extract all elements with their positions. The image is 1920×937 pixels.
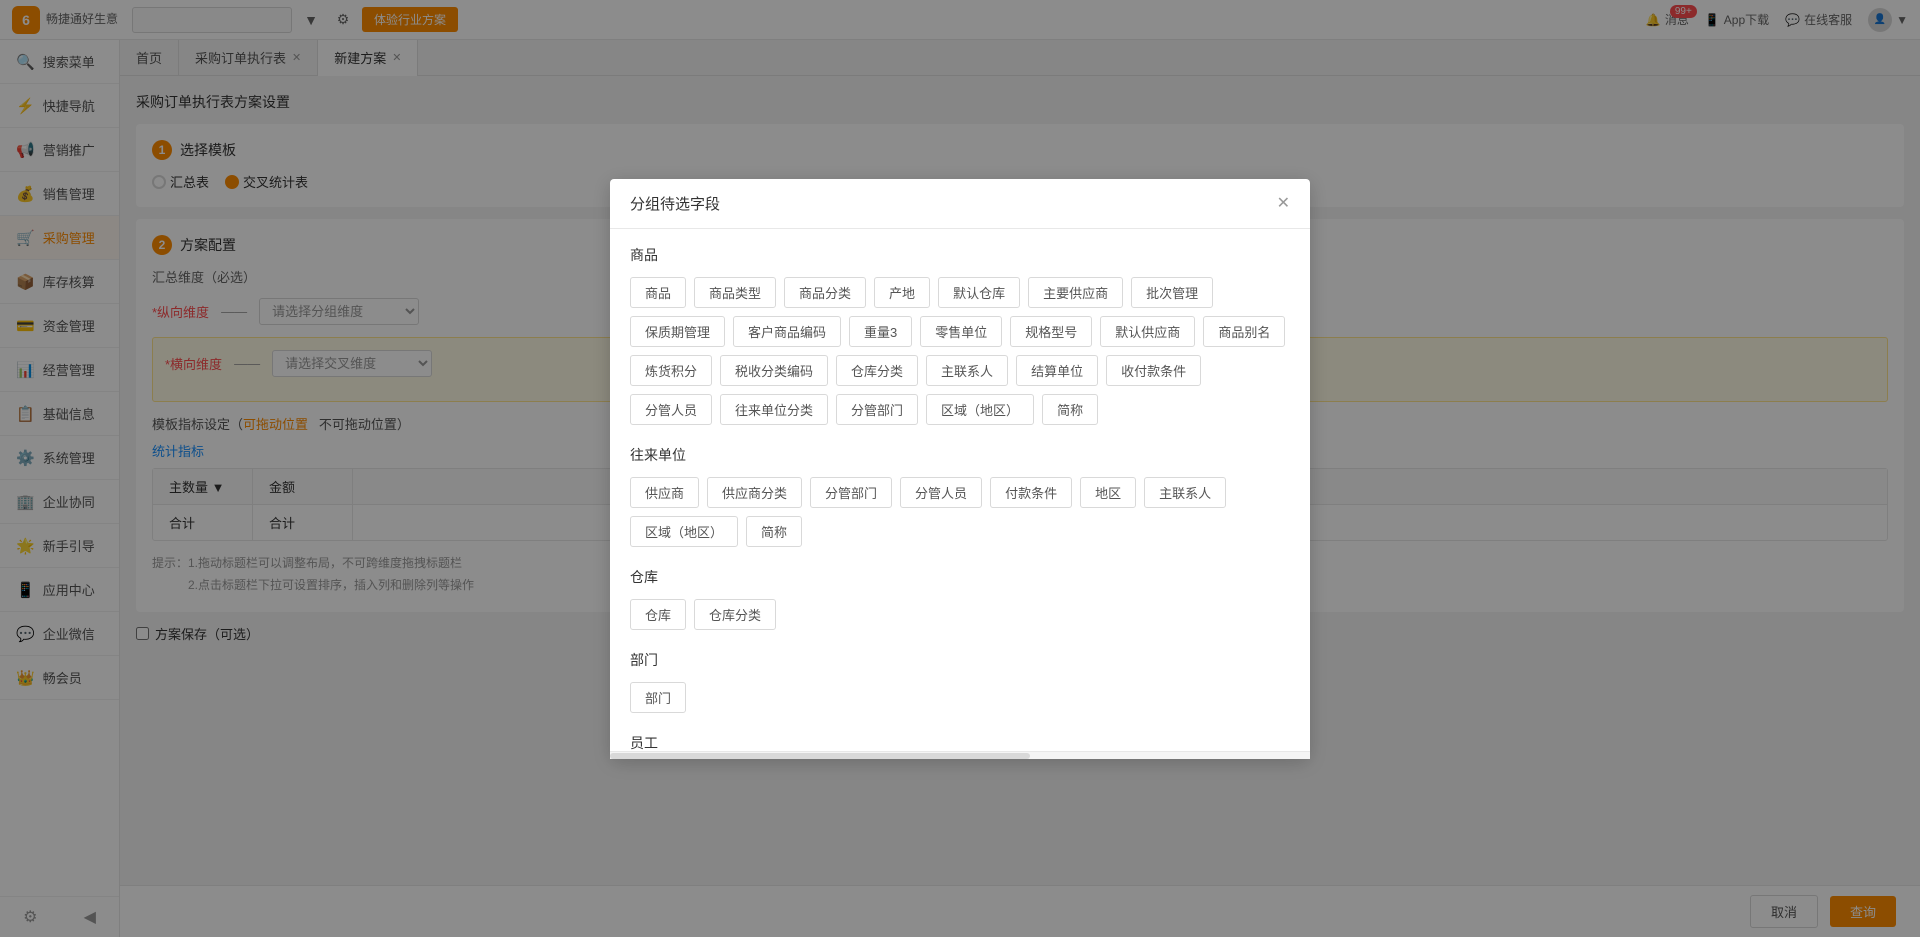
field-tag-products-15[interactable]: 税收分类编码 (720, 355, 828, 386)
field-tag-products-23[interactable]: 区域（地区） (926, 394, 1034, 425)
field-section-title-department: 部门 (630, 650, 1290, 670)
field-tag-products-20[interactable]: 分管人员 (630, 394, 712, 425)
field-tags-partners: 供应商供应商分类分管部门分管人员付款条件地区主联系人区域（地区） 简称 (630, 477, 1290, 547)
field-section-title-employee: 员工 (630, 733, 1290, 751)
field-tag-partners-8[interactable]: 简称 (746, 516, 802, 547)
field-tag-partners-4[interactable]: 付款条件 (990, 477, 1072, 508)
field-tag-warehouse-0[interactable]: 仓库 (630, 599, 686, 630)
field-tag-partners-5[interactable]: 地区 (1080, 477, 1136, 508)
field-tag-partners-2[interactable]: 分管部门 (810, 477, 892, 508)
field-tag-products-10[interactable]: 零售单位 (920, 316, 1002, 347)
field-tag-products-24[interactable]: 简称 (1042, 394, 1098, 425)
field-section-title-products: 商品 (630, 245, 1290, 265)
field-tag-products-1[interactable]: 商品类型 (694, 277, 776, 308)
field-tag-products-18[interactable]: 结算单位 (1016, 355, 1098, 386)
field-tag-products-22[interactable]: 分管部门 (836, 394, 918, 425)
field-tag-products-17[interactable]: 主联系人 (926, 355, 1008, 386)
modal-horizontal-scrollbar[interactable] (610, 751, 1310, 759)
modal-header: 分组待选字段 ✕ (610, 179, 1310, 229)
field-tag-partners-1[interactable]: 供应商分类 (707, 477, 802, 508)
field-tag-products-3[interactable]: 产地 (874, 277, 930, 308)
field-tag-products-11[interactable]: 规格型号 (1010, 316, 1092, 347)
field-tags-warehouse: 仓库仓库分类 (630, 599, 1290, 630)
scrollbar-thumb (610, 753, 1030, 759)
field-tag-products-2[interactable]: 商品分类 (784, 277, 866, 308)
field-tag-products-9[interactable]: 重量3 (849, 316, 912, 347)
field-section-warehouse: 仓库仓库仓库分类 (630, 567, 1290, 630)
field-tag-products-16[interactable]: 仓库分类 (836, 355, 918, 386)
field-tag-products-0[interactable]: 商品 (630, 277, 686, 308)
field-tag-department-0[interactable]: 部门 (630, 682, 686, 713)
field-section-partners: 往来单位供应商供应商分类分管部门分管人员付款条件地区主联系人区域（地区） 简称 (630, 445, 1290, 547)
field-tag-products-5[interactable]: 主要供应商 (1028, 277, 1123, 308)
field-section-products: 商品商品商品类型商品分类产地默认仓库主要供应商批次管理保质期管理客户商品编码重量… (630, 245, 1290, 425)
field-tag-products-8[interactable]: 客户商品编码 (733, 316, 841, 347)
field-tag-products-19[interactable]: 收付款条件 (1106, 355, 1201, 386)
field-tag-partners-6[interactable]: 主联系人 (1144, 477, 1226, 508)
modal-dialog: 分组待选字段 ✕ 商品商品商品类型商品分类产地默认仓库主要供应商批次管理保质期管… (610, 179, 1310, 759)
field-tags-department: 部门 (630, 682, 1290, 713)
modal-title: 分组待选字段 (630, 193, 720, 214)
field-tag-products-12[interactable]: 默认供应商 (1100, 316, 1195, 347)
field-tag-products-13[interactable]: 商品别名 (1203, 316, 1285, 347)
field-tag-products-6[interactable]: 批次管理 (1131, 277, 1213, 308)
field-tag-warehouse-1[interactable]: 仓库分类 (694, 599, 776, 630)
modal-body: 商品商品商品类型商品分类产地默认仓库主要供应商批次管理保质期管理客户商品编码重量… (610, 229, 1310, 751)
field-tag-partners-3[interactable]: 分管人员 (900, 477, 982, 508)
modal-overlay: 分组待选字段 ✕ 商品商品商品类型商品分类产地默认仓库主要供应商批次管理保质期管… (0, 0, 1920, 937)
field-tag-partners-0[interactable]: 供应商 (630, 477, 699, 508)
field-tag-partners-7[interactable]: 区域（地区） (630, 516, 738, 547)
field-section-title-partners: 往来单位 (630, 445, 1290, 465)
field-section-department: 部门部门 (630, 650, 1290, 713)
field-tag-products-21[interactable]: 往来单位分类 (720, 394, 828, 425)
field-section-employee: 员工业务员 (630, 733, 1290, 751)
field-tag-products-4[interactable]: 默认仓库 (938, 277, 1020, 308)
field-tag-products-7[interactable]: 保质期管理 (630, 316, 725, 347)
field-tags-products: 商品商品类型商品分类产地默认仓库主要供应商批次管理保质期管理客户商品编码重量3 零… (630, 277, 1290, 425)
modal-close-button[interactable]: ✕ (1277, 193, 1290, 213)
field-section-title-warehouse: 仓库 (630, 567, 1290, 587)
field-tag-products-14[interactable]: 炼货积分 (630, 355, 712, 386)
